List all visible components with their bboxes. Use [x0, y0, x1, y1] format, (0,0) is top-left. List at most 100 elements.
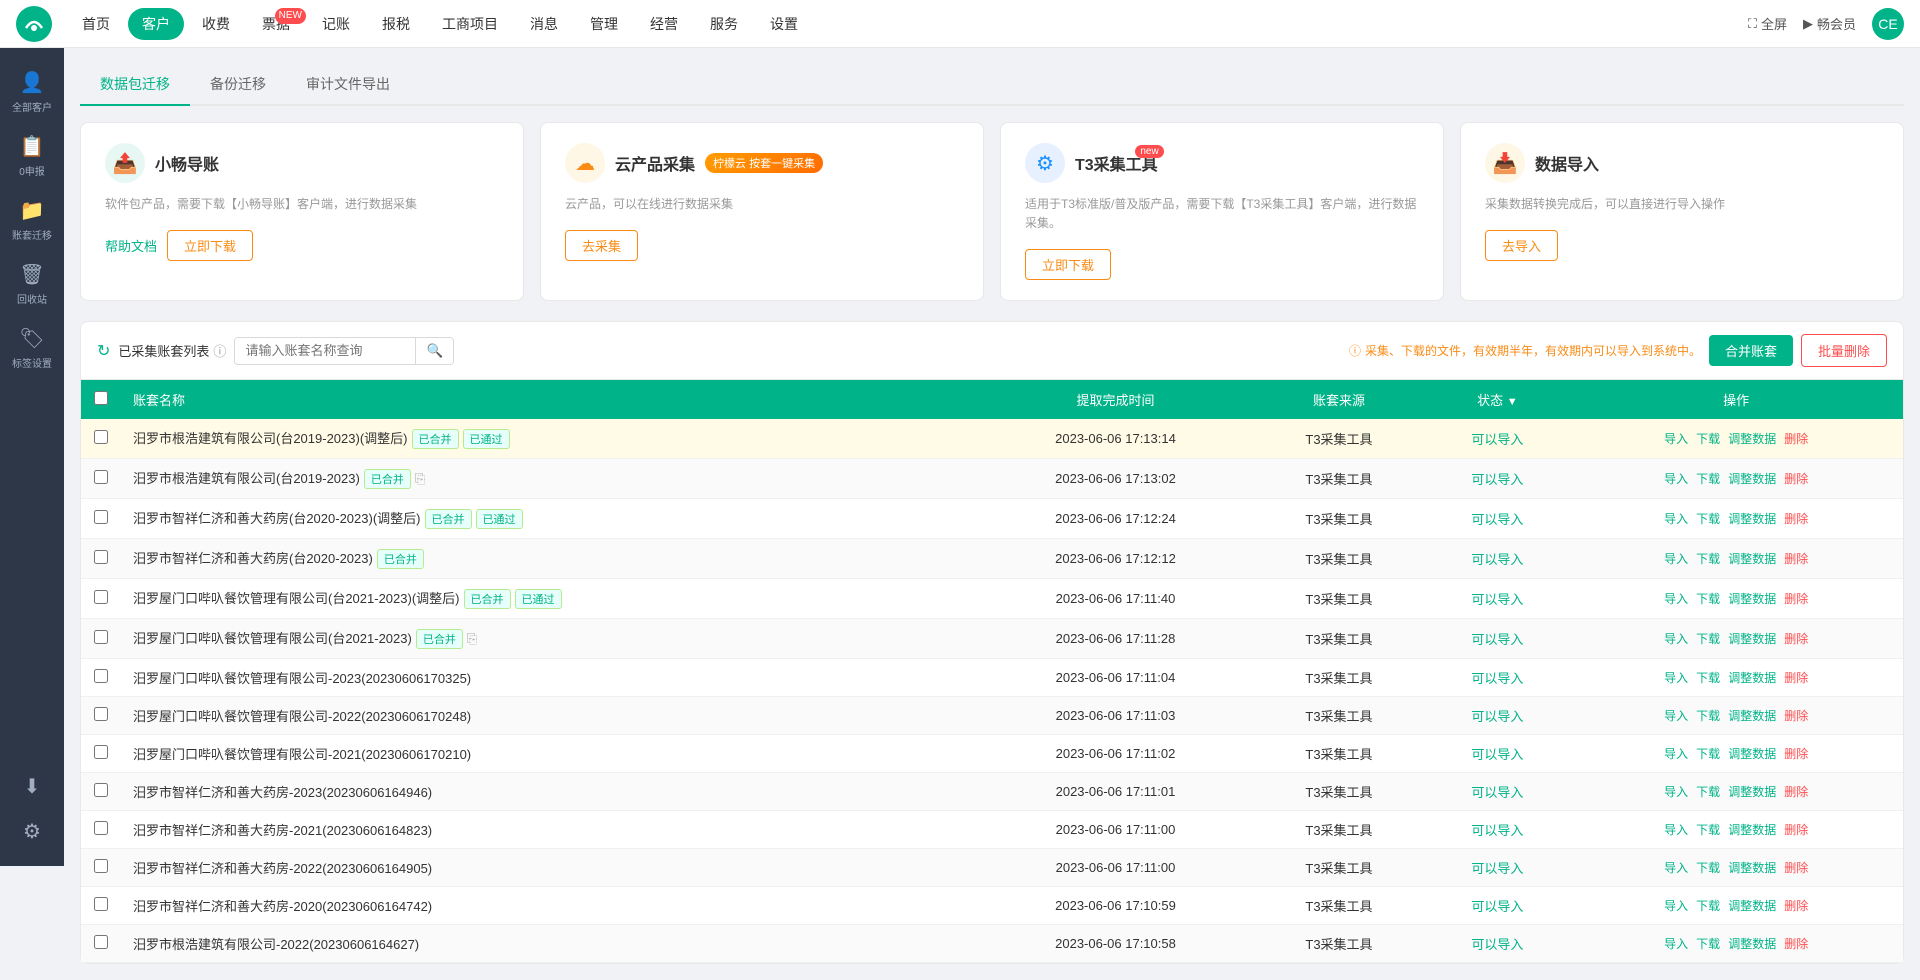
row-action-下载[interactable]: 下载: [1696, 512, 1720, 526]
search-input[interactable]: [235, 338, 415, 363]
row-action-下载[interactable]: 下载: [1696, 937, 1720, 951]
row-checkbox-1[interactable]: [94, 470, 108, 484]
row-action-下载[interactable]: 下载: [1696, 552, 1720, 566]
row-action-调整数据[interactable]: 调整数据: [1728, 552, 1776, 566]
nav-item-客户[interactable]: 客户: [128, 8, 184, 40]
row-action-删除[interactable]: 删除: [1784, 899, 1808, 913]
nav-item-消息[interactable]: 消息: [516, 8, 572, 40]
row-action-导入[interactable]: 导入: [1664, 747, 1688, 761]
card-action-link-0-0[interactable]: 帮助文档: [105, 236, 157, 255]
row-action-导入[interactable]: 导入: [1664, 552, 1688, 566]
row-action-调整数据[interactable]: 调整数据: [1728, 785, 1776, 799]
row-action-删除[interactable]: 删除: [1784, 512, 1808, 526]
nav-item-服务[interactable]: 服务: [696, 8, 752, 40]
row-action-导入[interactable]: 导入: [1664, 432, 1688, 446]
row-checkbox-10[interactable]: [94, 821, 108, 835]
sidebar-item-4[interactable]: 🏷标签设置: [0, 316, 64, 380]
row-action-调整数据[interactable]: 调整数据: [1728, 632, 1776, 646]
row-action-导入[interactable]: 导入: [1664, 823, 1688, 837]
row-action-下载[interactable]: 下载: [1696, 785, 1720, 799]
row-copy-icon[interactable]: ⎘: [415, 471, 425, 486]
avatar[interactable]: CE: [1872, 8, 1904, 40]
tab-0[interactable]: 数据包迁移: [80, 64, 190, 106]
nav-item-票据[interactable]: 票据NEW: [248, 8, 304, 40]
row-action-删除[interactable]: 删除: [1784, 785, 1808, 799]
row-action-下载[interactable]: 下载: [1696, 632, 1720, 646]
row-action-导入[interactable]: 导入: [1664, 671, 1688, 685]
sidebar-item-0[interactable]: 👤全部客户: [0, 60, 64, 124]
card-action-btn-3-0[interactable]: 去导入: [1485, 230, 1558, 261]
merge-btn[interactable]: 合并账套: [1709, 335, 1793, 366]
row-action-调整数据[interactable]: 调整数据: [1728, 472, 1776, 486]
row-action-调整数据[interactable]: 调整数据: [1728, 937, 1776, 951]
sidebar-item-2[interactable]: 📁账套迁移: [0, 188, 64, 252]
card-action-btn-0-1[interactable]: 立即下载: [167, 230, 253, 261]
row-copy-icon[interactable]: ⎘: [467, 631, 477, 646]
row-action-调整数据[interactable]: 调整数据: [1728, 747, 1776, 761]
row-action-下载[interactable]: 下载: [1696, 747, 1720, 761]
row-action-下载[interactable]: 下载: [1696, 432, 1720, 446]
row-action-删除[interactable]: 删除: [1784, 432, 1808, 446]
row-action-调整数据[interactable]: 调整数据: [1728, 899, 1776, 913]
row-action-导入[interactable]: 导入: [1664, 861, 1688, 875]
row-action-导入[interactable]: 导入: [1664, 472, 1688, 486]
tab-2[interactable]: 审计文件导出: [286, 64, 410, 106]
nav-item-管理[interactable]: 管理: [576, 8, 632, 40]
row-action-调整数据[interactable]: 调整数据: [1728, 512, 1776, 526]
row-action-下载[interactable]: 下载: [1696, 861, 1720, 875]
refresh-icon[interactable]: ↻: [97, 341, 110, 361]
row-checkbox-12[interactable]: [94, 897, 108, 911]
member-btn[interactable]: ▶ 畅会员: [1803, 14, 1856, 33]
nav-item-经营[interactable]: 经营: [636, 8, 692, 40]
sidebar-item-3[interactable]: 🗑回收站: [0, 252, 64, 316]
row-action-删除[interactable]: 删除: [1784, 823, 1808, 837]
row-checkbox-7[interactable]: [94, 707, 108, 721]
row-checkbox-2[interactable]: [94, 510, 108, 524]
sidebar-bottom-item-0[interactable]: ⬇: [0, 764, 64, 809]
status-filter-icon[interactable]: ▼: [1507, 396, 1518, 408]
row-action-下载[interactable]: 下载: [1696, 671, 1720, 685]
row-action-调整数据[interactable]: 调整数据: [1728, 823, 1776, 837]
row-checkbox-9[interactable]: [94, 783, 108, 797]
fullscreen-btn[interactable]: ⛶ 全屏: [1748, 14, 1787, 33]
row-action-下载[interactable]: 下载: [1696, 472, 1720, 486]
logo[interactable]: [16, 6, 52, 42]
row-action-删除[interactable]: 删除: [1784, 592, 1808, 606]
row-checkbox-8[interactable]: [94, 745, 108, 759]
search-button[interactable]: 🔍: [415, 338, 453, 364]
row-action-调整数据[interactable]: 调整数据: [1728, 861, 1776, 875]
row-action-删除[interactable]: 删除: [1784, 671, 1808, 685]
batch-delete-btn[interactable]: 批量删除: [1801, 334, 1887, 367]
nav-item-收费[interactable]: 收费: [188, 8, 244, 40]
card-action-btn-2-0[interactable]: 立即下载: [1025, 249, 1111, 280]
row-action-调整数据[interactable]: 调整数据: [1728, 671, 1776, 685]
nav-item-记账[interactable]: 记账: [308, 8, 364, 40]
sidebar-bottom-item-1[interactable]: ⚙: [0, 809, 64, 854]
row-checkbox-13[interactable]: [94, 935, 108, 949]
row-checkbox-4[interactable]: [94, 590, 108, 604]
row-checkbox-11[interactable]: [94, 859, 108, 873]
nav-item-工商项目[interactable]: 工商项目: [428, 8, 512, 40]
row-action-调整数据[interactable]: 调整数据: [1728, 709, 1776, 723]
row-action-导入[interactable]: 导入: [1664, 592, 1688, 606]
sidebar-item-1[interactable]: 📋0申报: [0, 124, 64, 188]
row-action-导入[interactable]: 导入: [1664, 785, 1688, 799]
row-action-导入[interactable]: 导入: [1664, 709, 1688, 723]
nav-item-设置[interactable]: 设置: [756, 8, 812, 40]
nav-item-报税[interactable]: 报税: [368, 8, 424, 40]
card-action-btn-1-0[interactable]: 去采集: [565, 230, 638, 261]
row-action-导入[interactable]: 导入: [1664, 937, 1688, 951]
row-action-下载[interactable]: 下载: [1696, 899, 1720, 913]
row-action-下载[interactable]: 下载: [1696, 709, 1720, 723]
row-action-下载[interactable]: 下载: [1696, 823, 1720, 837]
help-icon[interactable]: ⓘ: [213, 341, 226, 360]
row-action-删除[interactable]: 删除: [1784, 709, 1808, 723]
row-action-删除[interactable]: 删除: [1784, 552, 1808, 566]
row-checkbox-6[interactable]: [94, 669, 108, 683]
nav-item-首页[interactable]: 首页: [68, 8, 124, 40]
row-checkbox-3[interactable]: [94, 550, 108, 564]
select-all-checkbox[interactable]: [94, 391, 108, 405]
row-action-下载[interactable]: 下载: [1696, 592, 1720, 606]
row-action-导入[interactable]: 导入: [1664, 512, 1688, 526]
tab-1[interactable]: 备份迁移: [190, 64, 286, 106]
